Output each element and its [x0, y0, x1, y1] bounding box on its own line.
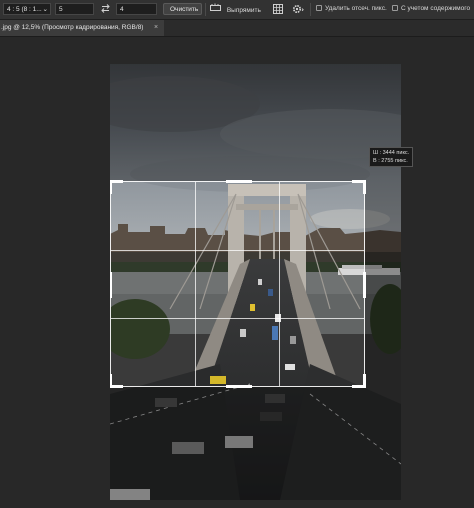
grid-overlay-icon[interactable] — [273, 3, 284, 15]
straighten-label: Выпрямить — [226, 6, 261, 14]
crop-grid-line — [111, 249, 364, 251]
crop-handle-bottom-left[interactable] — [110, 374, 112, 388]
delete-cropped-label: Удалить отсеч. пикс. — [325, 5, 387, 12]
crop-handle-top-left[interactable] — [110, 180, 112, 194]
crop-handle-left[interactable] — [110, 272, 112, 298]
content-aware-label: С учетом содержимого — [401, 5, 471, 12]
crop-grid-line — [195, 182, 197, 386]
crop-handle-bottom-right[interactable] — [363, 374, 366, 388]
checkbox-box — [392, 5, 398, 12]
clear-button[interactable]: Очистить — [163, 3, 202, 15]
crop-handle-top[interactable] — [226, 180, 252, 183]
document-tab-title: .jpg @ 12,5% (Просмотр кадрирования, RGB… — [1, 24, 144, 31]
straighten-button[interactable]: Выпрямить — [210, 3, 270, 15]
crop-width-readout: Ш : 3444 пикс. — [373, 150, 410, 156]
ratio-height-value: 4 — [120, 6, 124, 13]
crop-height-readout: В : 2755 пикс. — [373, 158, 408, 164]
crop-grid-line — [111, 317, 364, 319]
toolbar-divider — [310, 3, 311, 16]
close-icon[interactable]: × — [154, 20, 158, 36]
checkbox-box — [316, 5, 322, 12]
document-tab[interactable]: .jpg @ 12,5% (Просмотр кадрирования, RGB… — [0, 20, 164, 36]
delete-cropped-checkbox[interactable]: Удалить отсеч. пикс. — [316, 3, 388, 15]
toolbar-divider — [205, 3, 206, 16]
clear-button-label: Очистить — [170, 6, 199, 13]
options-bar: 4 : 5 (8 : 1... ⌄ 5 4 Очистить Выпрямить… — [0, 0, 474, 20]
ratio-preset-dropdown[interactable]: 4 : 5 (8 : 1... ⌄ — [3, 3, 51, 15]
straighten-icon — [210, 3, 221, 17]
ratio-width-value: 5 — [59, 6, 63, 13]
ratio-width-input[interactable]: 5 — [55, 3, 94, 15]
ratio-height-input[interactable]: 4 — [116, 3, 157, 15]
chevron-down-icon: ⌄ — [42, 6, 48, 13]
document-tab-bar: .jpg @ 12,5% (Просмотр кадрирования, RGB… — [0, 20, 474, 37]
crop-handle-top-right[interactable] — [363, 180, 366, 194]
crop-grid-line — [279, 182, 281, 386]
crop-handle-bottom[interactable] — [226, 385, 252, 388]
content-aware-checkbox[interactable]: С учетом содержимого — [392, 3, 472, 15]
crop-frame[interactable] — [110, 180, 366, 388]
ratio-preset-value: 4 : 5 (8 : 1... — [7, 6, 42, 13]
crop-size-tooltip: Ш : 3444 пикс. В : 2755 пикс. — [369, 147, 414, 167]
gear-icon[interactable] — [292, 3, 306, 15]
crop-handle-right[interactable] — [363, 272, 366, 298]
document-canvas[interactable] — [110, 64, 401, 500]
swap-dimensions-icon[interactable] — [100, 3, 112, 15]
